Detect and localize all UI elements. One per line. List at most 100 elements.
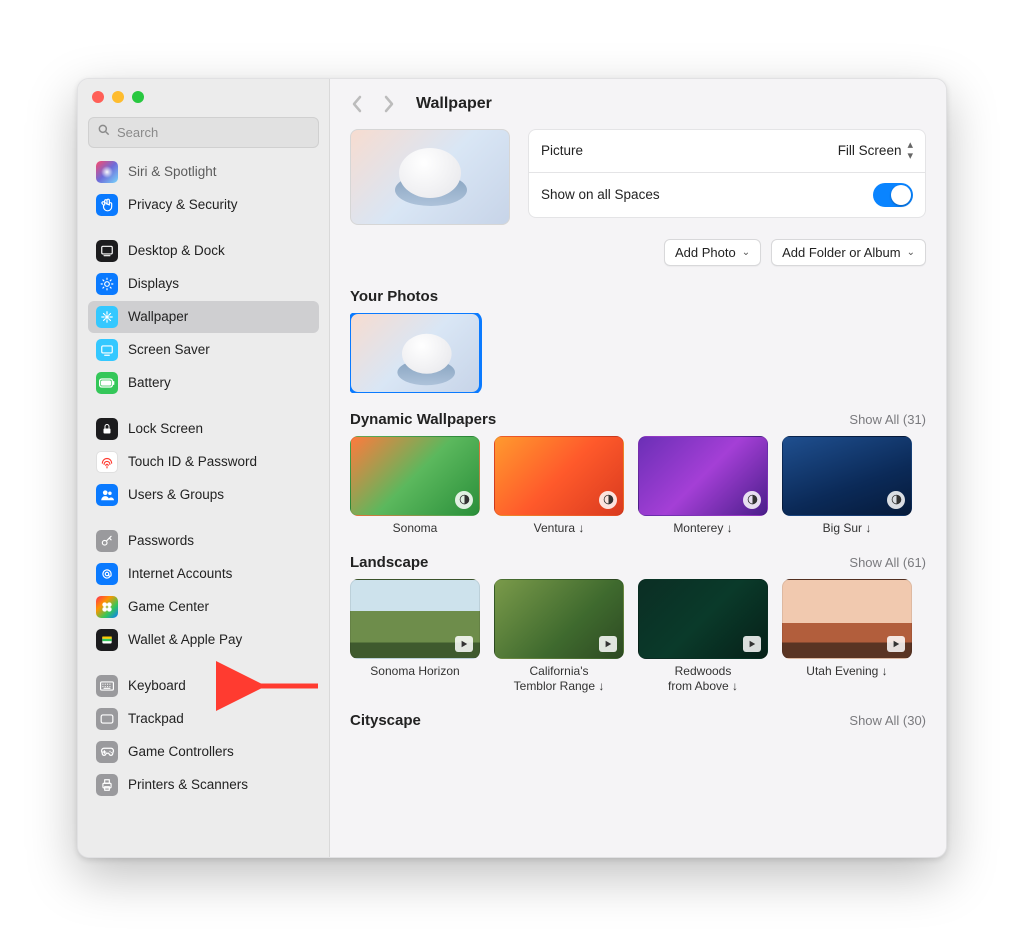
sidebar-item-internet-accounts[interactable]: Internet Accounts	[88, 558, 319, 590]
dynamic-icon	[743, 491, 761, 509]
sidebar-item-label: Screen Saver	[128, 342, 210, 357]
chevron-down-icon: ⌄	[742, 247, 750, 258]
wallpaper-thumb[interactable]: Redwoods from Above ↓	[638, 579, 768, 694]
thumb-caption: Utah Evening ↓	[782, 664, 912, 679]
wallpaper-thumb[interactable]: Utah Evening ↓	[782, 579, 912, 694]
wallpaper-thumb[interactable]: Sonoma Horizon	[350, 579, 480, 694]
sidebar-item-lock-screen[interactable]: Lock Screen	[88, 413, 319, 445]
sidebar-item-passwords[interactable]: Passwords	[88, 525, 319, 557]
sidebar-item-wallet-apple-pay[interactable]: Wallet & Apple Pay	[88, 624, 319, 656]
search-input[interactable]	[117, 125, 310, 140]
spaces-label: Show on all Spaces	[541, 187, 660, 202]
section-title-cityscape: Cityscape	[350, 712, 421, 729]
sidebar-item-label: Trackpad	[128, 711, 184, 726]
spaces-toggle[interactable]	[873, 183, 913, 207]
thumb-caption: California's Temblor Range ↓	[494, 664, 624, 694]
current-wallpaper-preview	[350, 129, 510, 225]
search-icon	[97, 123, 111, 142]
play-icon	[743, 636, 761, 652]
trackpad-icon	[96, 708, 118, 730]
section-title-dynamic: Dynamic Wallpapers	[350, 411, 496, 428]
sidebar-item-users-groups[interactable]: Users & Groups	[88, 479, 319, 511]
sidebar-item-desktop-dock[interactable]: Desktop & Dock	[88, 235, 319, 267]
sidebar-item-label: Touch ID & Password	[128, 454, 257, 469]
photo-thumb[interactable]	[350, 313, 480, 393]
wallpaper-thumb[interactable]: Big Sur ↓	[782, 436, 912, 536]
chevron-down-icon: ⌄	[907, 247, 915, 258]
system-settings-window: Siri & Spotlight Privacy & Security Deskt…	[77, 78, 947, 858]
sidebar-item-printers-scanners[interactable]: Printers & Scanners	[88, 769, 319, 801]
sidebar-item-displays[interactable]: Displays	[88, 268, 319, 300]
sidebar-item-game-controllers[interactable]: Game Controllers	[88, 736, 319, 768]
sidebar-item-trackpad[interactable]: Trackpad	[88, 703, 319, 735]
sidebar-item-battery[interactable]: Battery	[88, 367, 319, 399]
hand-icon	[96, 194, 118, 216]
thumb-caption: Monterey ↓	[638, 521, 768, 536]
add-folder-button[interactable]: Add Folder or Album ⌄	[771, 239, 926, 266]
dynamic-icon	[455, 491, 473, 509]
show-all-landscape[interactable]: Show All (61)	[849, 555, 926, 570]
search-field[interactable]	[88, 117, 319, 148]
key-icon	[96, 530, 118, 552]
section-title-your-photos: Your Photos	[350, 288, 438, 305]
minimize-icon[interactable]	[112, 91, 124, 103]
sidebar-item-siri-spotlight[interactable]: Siri & Spotlight	[88, 156, 319, 188]
wallet-icon	[96, 629, 118, 651]
wallpaper-thumb[interactable]: California's Temblor Range ↓	[494, 579, 624, 694]
play-icon	[887, 636, 905, 652]
sun-icon	[96, 273, 118, 295]
sidebar-item-label: Battery	[128, 375, 171, 390]
picture-mode-row[interactable]: Picture Fill Screen ▴▾	[528, 129, 926, 173]
close-icon[interactable]	[92, 91, 104, 103]
sidebar-item-label: Internet Accounts	[128, 566, 232, 581]
your-photos-row	[350, 313, 926, 393]
page-title: Wallpaper	[416, 95, 492, 113]
sidebar-item-wallpaper[interactable]: Wallpaper	[88, 301, 319, 333]
content-pane: Wallpaper Picture Fill Screen ▴▾	[330, 79, 946, 857]
controller-icon	[96, 741, 118, 763]
picture-label: Picture	[541, 143, 583, 158]
chevron-updown-icon: ▴▾	[907, 140, 913, 162]
wallpaper-thumb[interactable]: Ventura ↓	[494, 436, 624, 536]
users-icon	[96, 484, 118, 506]
forward-button[interactable]	[376, 91, 402, 117]
sidebar-item-touch-id-password[interactable]: Touch ID & Password	[88, 446, 319, 478]
show-all-cityscape[interactable]: Show All (30)	[849, 713, 926, 728]
sidebar-item-label: Lock Screen	[128, 421, 203, 436]
window-controls	[88, 91, 319, 103]
sidebar-item-game-center[interactable]: Game Center	[88, 591, 319, 623]
sidebar-item-label: Privacy & Security	[128, 197, 238, 212]
sidebar-item-privacy-security[interactable]: Privacy & Security	[88, 189, 319, 221]
sidebar-item-label: Passwords	[128, 533, 194, 548]
sidebar-item-label: Siri & Spotlight	[128, 164, 217, 179]
game-icon	[96, 596, 118, 618]
thumb-caption: Big Sur ↓	[782, 521, 912, 536]
sidebar-item-label: Game Controllers	[128, 744, 234, 759]
wallpaper-thumb[interactable]: Monterey ↓	[638, 436, 768, 536]
add-photo-button[interactable]: Add Photo ⌄	[664, 239, 761, 266]
sidebar-item-keyboard[interactable]: Keyboard	[88, 670, 319, 702]
lock-icon	[96, 418, 118, 440]
sidebar-item-label: Keyboard	[128, 678, 186, 693]
sidebar-item-label: Users & Groups	[128, 487, 224, 502]
screen-icon	[96, 339, 118, 361]
landscape-row: Sonoma Horizon California's Temblor Range…	[350, 579, 926, 694]
show-all-dynamic[interactable]: Show All (31)	[849, 412, 926, 427]
content-scroll[interactable]: Picture Fill Screen ▴▾ Show on all Space…	[330, 125, 946, 857]
sidebar: Siri & Spotlight Privacy & Security Deskt…	[78, 79, 330, 857]
printer-icon	[96, 774, 118, 796]
finger-icon	[96, 451, 118, 473]
thumb-caption: Sonoma	[350, 521, 480, 536]
back-button[interactable]	[344, 91, 370, 117]
siri-icon	[96, 161, 118, 183]
sidebar-item-label: Wallpaper	[128, 309, 188, 324]
wallpaper-thumb[interactable]: Sonoma	[350, 436, 480, 536]
sidebar-item-screen-saver[interactable]: Screen Saver	[88, 334, 319, 366]
picture-mode-select[interactable]: Fill Screen ▴▾	[838, 140, 913, 162]
thumb-caption: Redwoods from Above ↓	[638, 664, 768, 694]
sidebar-item-label: Game Center	[128, 599, 209, 614]
thumb-caption: Sonoma Horizon	[350, 664, 480, 679]
zoom-icon[interactable]	[132, 91, 144, 103]
dynamic-row: Sonoma Ventura ↓ Monterey ↓ Big Sur ↓	[350, 436, 926, 536]
sidebar-item-label: Wallet & Apple Pay	[128, 632, 242, 647]
